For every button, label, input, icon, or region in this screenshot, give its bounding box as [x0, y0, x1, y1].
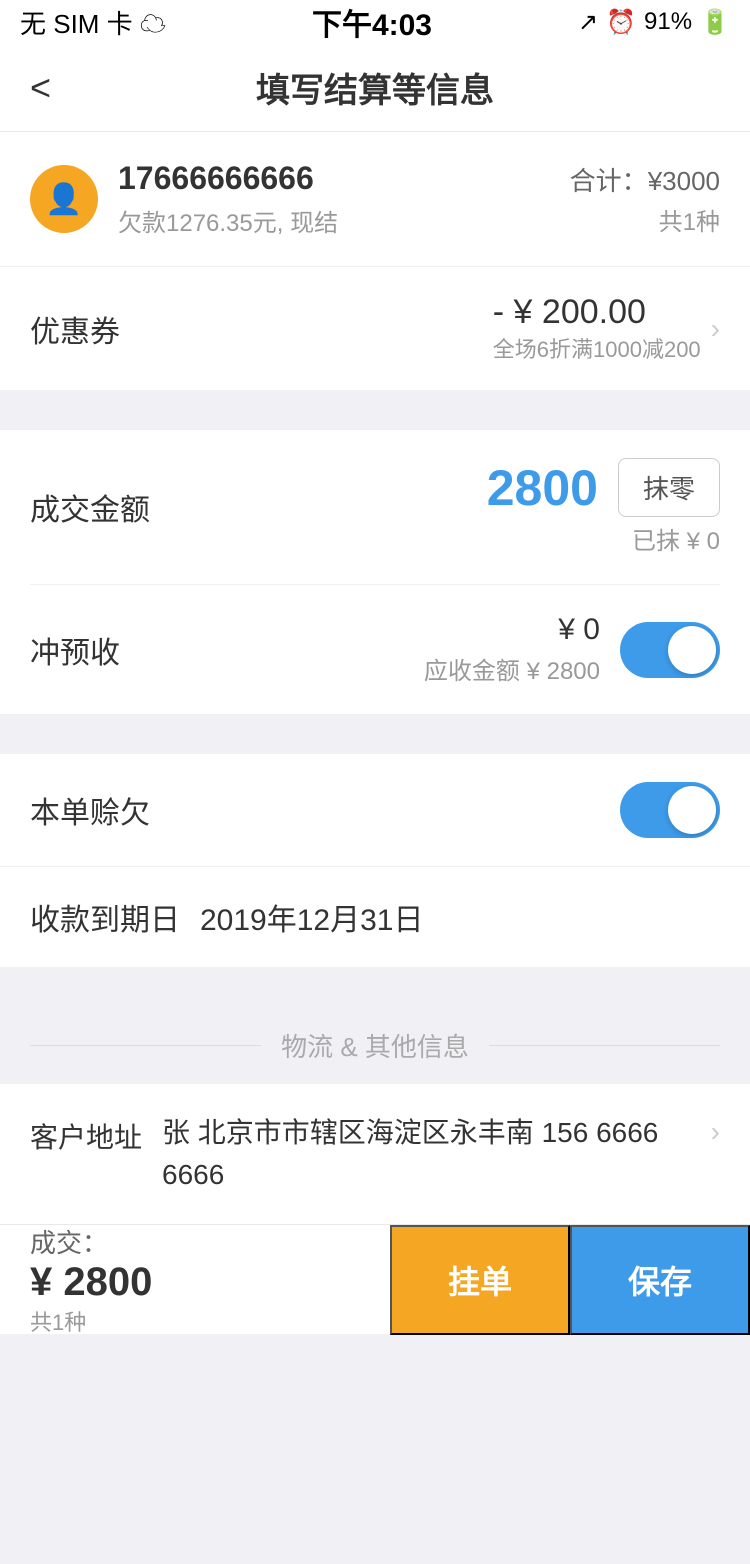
- status-right: ↗ ⏰ 91% 🔋: [578, 8, 730, 37]
- customer-phone: 17666666666: [118, 160, 338, 197]
- address-value: 张 北京市市辖区海淀区永丰南 156 6666 6666: [162, 1112, 711, 1196]
- coupon-right: - ¥ 200.00 全场6折满1000减200 ›: [493, 293, 720, 364]
- debt-toggle[interactable]: [620, 782, 720, 838]
- total-label: 合计：¥3000: [570, 161, 720, 198]
- page-title: 填写结算等信息: [256, 63, 494, 112]
- bottom-deal-label: 成交：: [30, 1223, 360, 1260]
- separator-3: [0, 987, 750, 1007]
- address-label: 客户地址: [30, 1112, 142, 1156]
- save-button[interactable]: 保存: [570, 1225, 750, 1335]
- customer-card: 👤 17666666666 欠款1276.35元, 现结 合计：¥3000 共1…: [0, 132, 750, 390]
- address-row[interactable]: 客户地址 张 北京市市辖区海淀区永丰南 156 6666 6666 ›: [0, 1084, 750, 1224]
- prepay-toggle[interactable]: [620, 622, 720, 678]
- debt-label: 本单赊欠: [30, 788, 150, 832]
- duedate-row: 收款到期日 2019年12月31日: [0, 866, 750, 967]
- prepay-sub: 应收金额 ¥ 2800: [424, 651, 600, 686]
- transaction-label: 成交金额: [30, 485, 150, 529]
- avatar: 👤: [30, 165, 98, 233]
- transaction-sub: 已抹 ¥ 0: [487, 521, 720, 556]
- battery-level: 91%: [644, 8, 692, 36]
- sim-status: 无 SIM 卡 ☁: [20, 4, 166, 41]
- prepay-row: 冲预收 ¥ 0 应收金额 ¥ 2800: [30, 585, 720, 714]
- duedate-label: 收款到期日: [30, 895, 180, 939]
- bottom-bar: 成交： ¥ 2800 共1种 挂单 保存: [0, 1224, 750, 1334]
- coupon-desc: 全场6折满1000减200: [493, 332, 701, 364]
- transaction-amount-row: 成交金额 2800 抹零 已抹 ¥ 0: [30, 430, 720, 585]
- status-bar: 无 SIM 卡 ☁ 下午4:03 ↗ ⏰ 91% 🔋: [0, 0, 750, 44]
- pending-button[interactable]: 挂单: [390, 1225, 570, 1335]
- customer-row: 👤 17666666666 欠款1276.35元, 现结 合计：¥3000 共1…: [0, 132, 750, 266]
- prepay-right: ¥ 0 应收金额 ¥ 2800: [424, 613, 720, 686]
- bottom-summary: 成交： ¥ 2800 共1种: [0, 1223, 390, 1337]
- nav-bar: < 填写结算等信息: [0, 44, 750, 132]
- address-chevron: ›: [711, 1112, 720, 1148]
- prepay-label: 冲预收: [30, 628, 120, 672]
- header-line-left: [30, 1045, 261, 1046]
- total-count: 共1种: [570, 202, 720, 237]
- customer-left: 👤 17666666666 欠款1276.35元, 现结: [30, 160, 338, 238]
- transaction-right: 2800 抹零: [487, 458, 720, 517]
- duedate-value: 2019年12月31日: [200, 895, 423, 939]
- location-icon: ↗: [578, 8, 598, 37]
- debt-card: 本单赊欠 收款到期日 2019年12月31日: [0, 754, 750, 967]
- round-button[interactable]: 抹零: [618, 458, 720, 517]
- section-header: 物流 & 其他信息: [0, 1007, 750, 1084]
- section-header-text: 物流 & 其他信息: [281, 1027, 469, 1064]
- status-time: 下午4:03: [312, 0, 432, 44]
- header-line-right: [489, 1045, 720, 1046]
- debt-row: 本单赊欠: [0, 754, 750, 866]
- bottom-amount: ¥ 2800: [30, 1260, 360, 1305]
- transaction-value[interactable]: 2800: [487, 459, 598, 517]
- coupon-row[interactable]: 优惠券 - ¥ 200.00 全场6折满1000减200 ›: [0, 266, 750, 390]
- customer-info: 17666666666 欠款1276.35元, 现结: [118, 160, 338, 238]
- amount-section: 成交金额 2800 抹零 已抹 ¥ 0 冲预收 ¥ 0 应收金额 ¥ 2800: [0, 430, 750, 714]
- content: 👤 17666666666 欠款1276.35元, 现结 合计：¥3000 共1…: [0, 132, 750, 1564]
- customer-total: 合计：¥3000 共1种: [570, 161, 720, 237]
- bottom-count: 共1种: [30, 1305, 360, 1337]
- customer-debt: 欠款1276.35元, 现结: [118, 203, 338, 238]
- back-button[interactable]: <: [30, 67, 51, 109]
- coupon-label: 优惠券: [30, 307, 120, 351]
- prepay-amount: ¥ 0: [424, 613, 600, 647]
- battery-icon: 🔋: [700, 8, 730, 37]
- chevron-right-icon: ›: [711, 313, 720, 345]
- coupon-discount: - ¥ 200.00: [493, 293, 701, 332]
- separator-2: [0, 734, 750, 754]
- alarm-icon: ⏰: [606, 8, 636, 37]
- prepay-values: ¥ 0 应收金额 ¥ 2800: [424, 613, 600, 686]
- status-left: 无 SIM 卡 ☁: [20, 4, 166, 41]
- separator-1: [0, 410, 750, 430]
